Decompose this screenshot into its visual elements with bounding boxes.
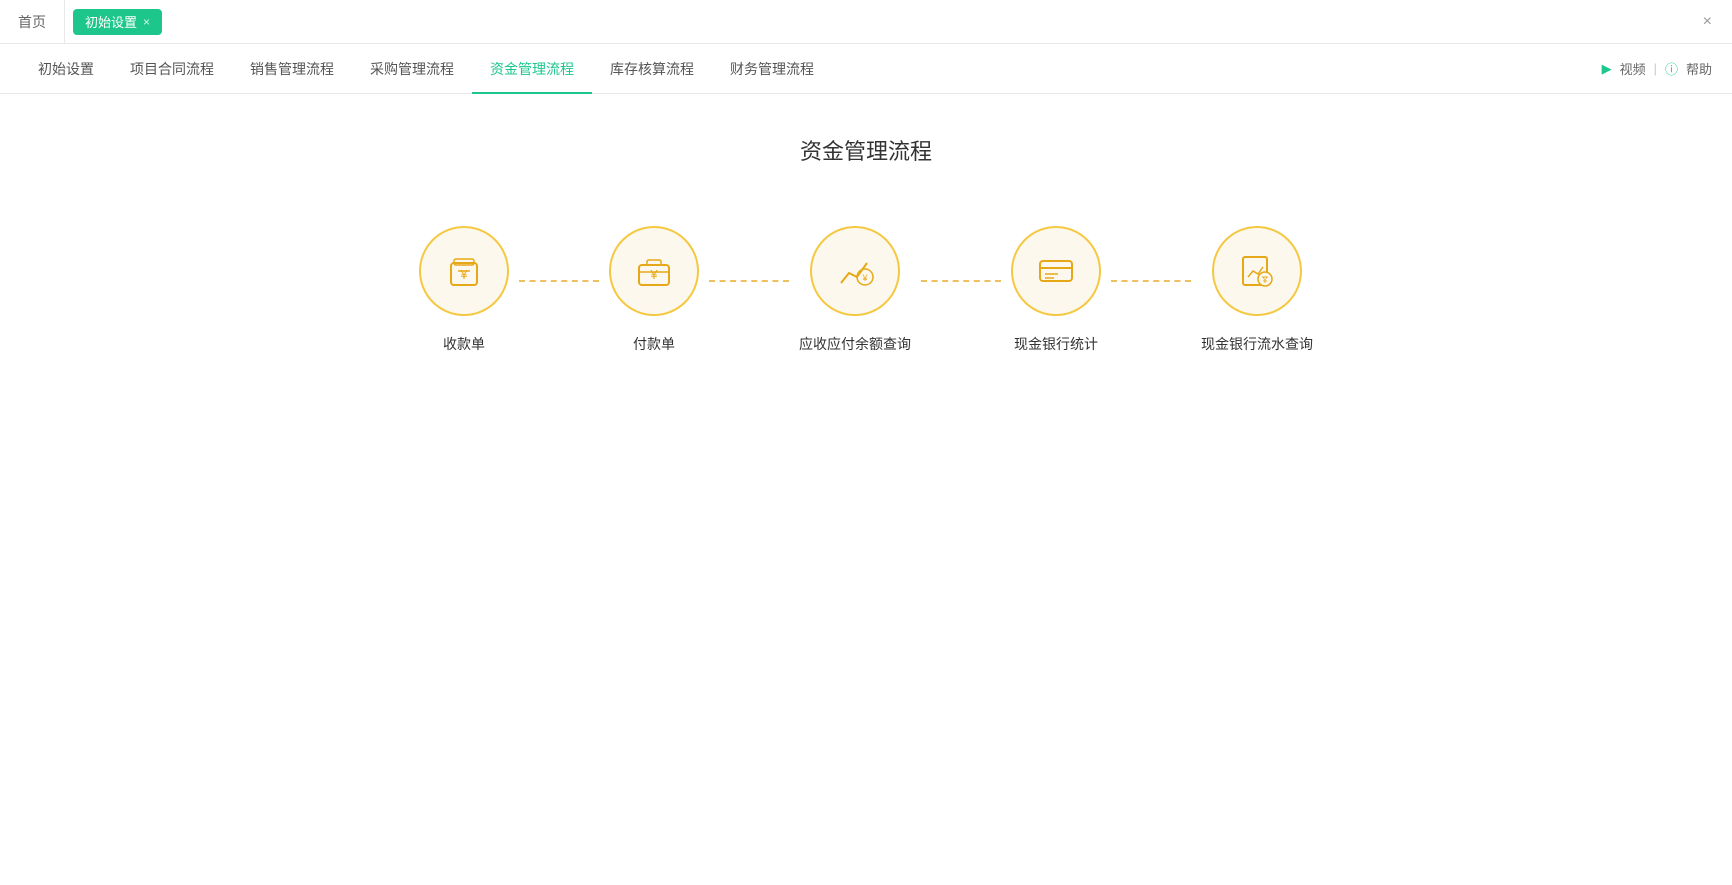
bank-flow-icon-circle: ¥ <box>1212 226 1302 316</box>
flow-item-payment[interactable]: ¥ 付款单 <box>609 226 699 354</box>
nav-item-sales[interactable]: 销售管理流程 <box>232 44 352 94</box>
video-link[interactable]: 视频 <box>1620 59 1646 78</box>
payment-svg-icon: ¥ <box>632 249 676 293</box>
nav-item-project[interactable]: 项目合同流程 <box>112 44 232 94</box>
flow-item-bank-flow[interactable]: ¥ 现金银行流水查询 <box>1201 226 1313 354</box>
payment-label: 付款单 <box>633 334 675 354</box>
help-icon: ⓘ <box>1665 59 1678 78</box>
play-icon: ▶ <box>1602 61 1612 77</box>
main-content: 资金管理流程 ¥ 收款单 <box>0 94 1732 394</box>
balance-icon-circle: ¥ <box>810 226 900 316</box>
connector-1 <box>519 280 599 282</box>
home-tab[interactable]: 首页 <box>0 0 65 44</box>
nav-item-fund[interactable]: 资金管理流程 <box>472 44 592 94</box>
connector-2 <box>709 280 789 282</box>
help-link[interactable]: 帮助 <box>1686 59 1712 78</box>
flow-item-receipt[interactable]: ¥ 收款单 <box>419 226 509 354</box>
svg-text:¥: ¥ <box>861 273 868 283</box>
close-tab-icon[interactable]: × <box>143 15 150 29</box>
bank-stat-label: 现金银行统计 <box>1014 334 1098 354</box>
top-bar: 首页 初始设置 × × <box>0 0 1732 44</box>
receipt-svg-icon: ¥ <box>442 249 486 293</box>
balance-svg-icon: ¥ <box>833 249 877 293</box>
bank-flow-svg-icon: ¥ <box>1235 249 1279 293</box>
svg-text:¥: ¥ <box>649 267 658 282</box>
flow-item-bank-stat[interactable]: 现金银行统计 <box>1011 226 1101 354</box>
separator: | <box>1654 61 1657 76</box>
nav-item-finance[interactable]: 财务管理流程 <box>712 44 832 94</box>
flow-row: ¥ 收款单 ¥ 付款单 <box>419 226 1313 354</box>
bank-flow-label: 现金银行流水查询 <box>1201 334 1313 354</box>
nav-item-initial[interactable]: 初始设置 <box>20 44 112 94</box>
active-tab[interactable]: 初始设置 × <box>73 9 162 35</box>
nav-item-purchase[interactable]: 采购管理流程 <box>352 44 472 94</box>
nav-menu: 初始设置 项目合同流程 销售管理流程 采购管理流程 资金管理流程 库存核算流程 … <box>0 44 1732 94</box>
nav-right: ▶ 视频 | ⓘ 帮助 <box>1602 59 1712 78</box>
payment-icon-circle: ¥ <box>609 226 699 316</box>
connector-3 <box>921 280 1001 282</box>
connector-4 <box>1111 280 1191 282</box>
active-tab-label: 初始设置 <box>85 12 137 31</box>
flow-item-balance[interactable]: ¥ 应收应付余额查询 <box>799 226 911 354</box>
receipt-label: 收款单 <box>443 334 485 354</box>
bank-stat-svg-icon <box>1034 249 1078 293</box>
balance-label: 应收应付余额查询 <box>799 334 911 354</box>
nav-item-inventory[interactable]: 库存核算流程 <box>592 44 712 94</box>
page-title: 资金管理流程 <box>800 134 932 166</box>
receipt-icon-circle: ¥ <box>419 226 509 316</box>
close-window-button[interactable]: × <box>1703 13 1712 31</box>
top-bar-right: × <box>1703 13 1732 31</box>
svg-text:¥: ¥ <box>459 267 468 282</box>
bank-stat-icon-circle <box>1011 226 1101 316</box>
